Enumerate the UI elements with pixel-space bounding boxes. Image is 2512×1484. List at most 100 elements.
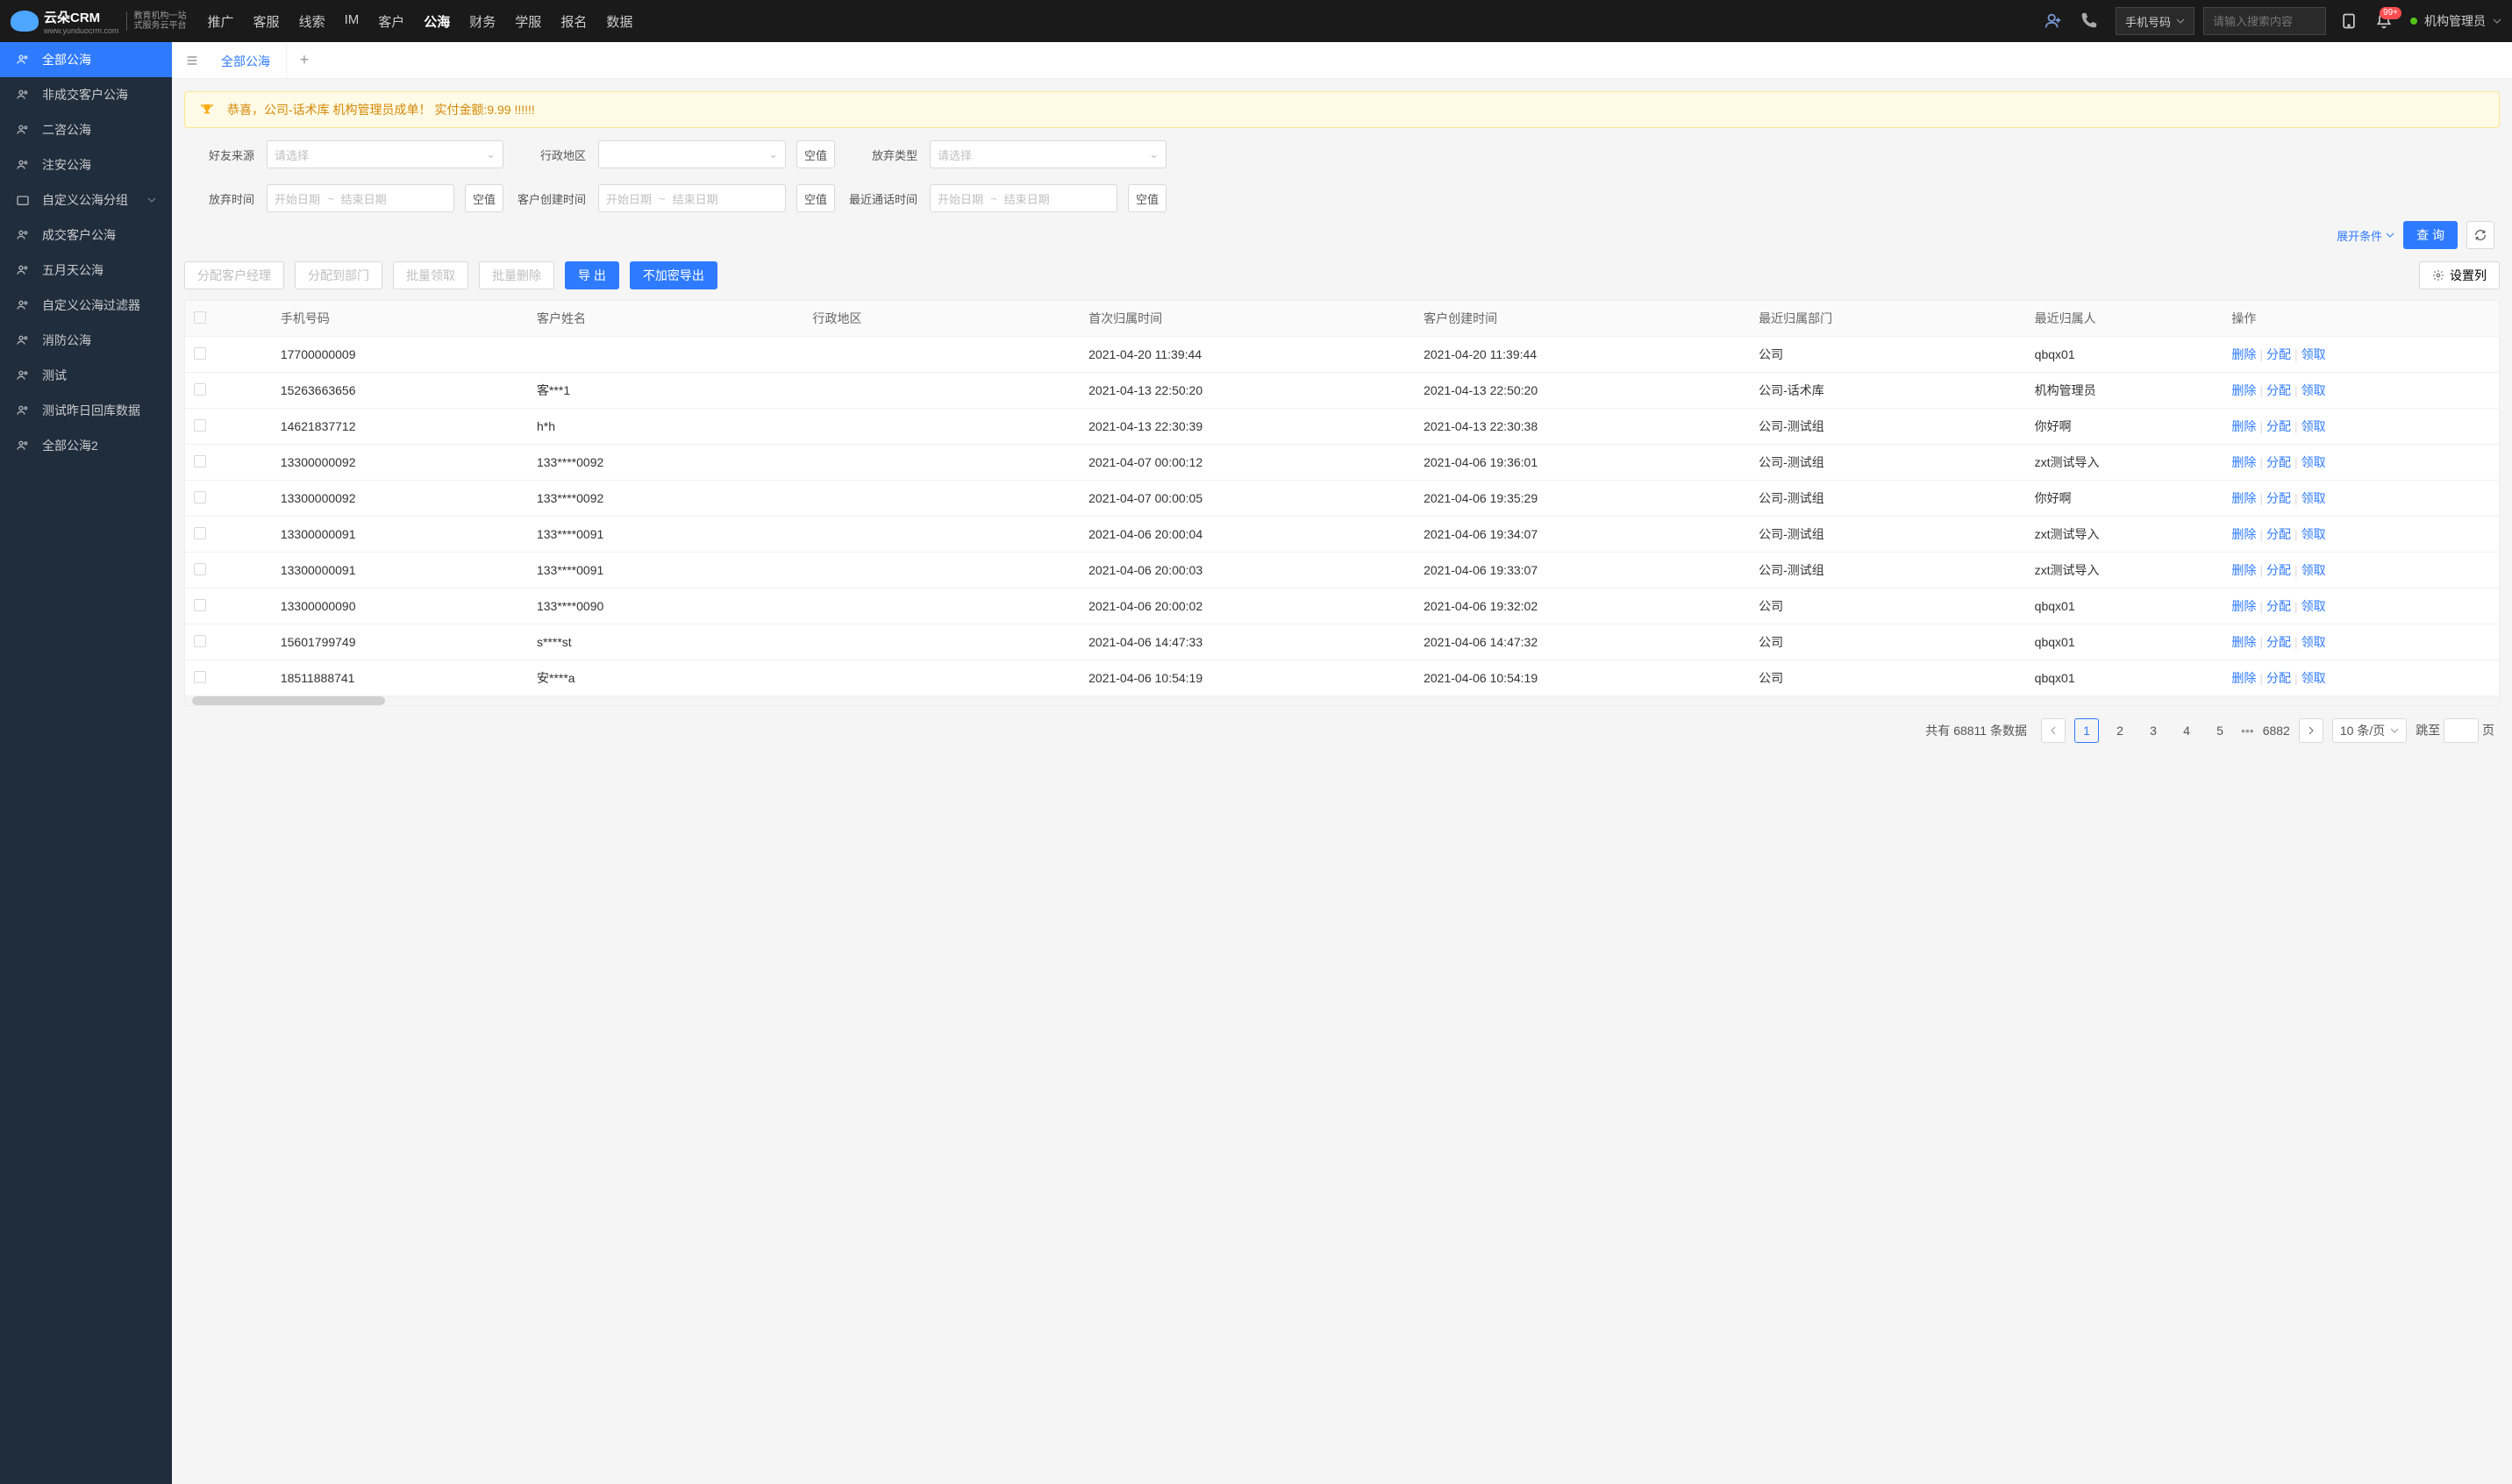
daterange-abandon[interactable]: 开始日期~结束日期 — [267, 184, 454, 212]
query-button[interactable]: 查 询 — [2403, 221, 2458, 249]
row-assign-link[interactable]: 分配 — [2266, 599, 2291, 613]
row-assign-link[interactable]: 分配 — [2266, 383, 2291, 397]
page-prev[interactable] — [2041, 718, 2066, 743]
select-all-checkbox[interactable] — [194, 311, 206, 324]
export-plain-button[interactable]: 不加密导出 — [630, 261, 717, 289]
batch-claim-button[interactable]: 批量领取 — [393, 261, 468, 289]
topnav-item[interactable]: 学服 — [515, 12, 541, 31]
page-jump-input[interactable] — [2444, 718, 2479, 743]
row-claim-link[interactable]: 领取 — [2301, 455, 2326, 469]
sidebar-item[interactable]: 成交客户公海 — [0, 218, 172, 253]
row-delete-link[interactable]: 删除 — [2231, 635, 2256, 649]
row-claim-link[interactable]: 领取 — [2301, 419, 2326, 433]
export-button[interactable]: 导 出 — [565, 261, 619, 289]
page-5[interactable]: 5 — [2208, 718, 2232, 743]
batch-delete-button[interactable]: 批量删除 — [479, 261, 554, 289]
user-menu[interactable]: 机构管理员 — [2410, 12, 2501, 30]
row-claim-link[interactable]: 领取 — [2301, 527, 2326, 541]
row-assign-link[interactable]: 分配 — [2266, 563, 2291, 577]
horizontal-scrollbar[interactable] — [185, 696, 2499, 705]
empty-btn-create-time[interactable]: 空值 — [796, 184, 835, 212]
page-2[interactable]: 2 — [2108, 718, 2132, 743]
page-1[interactable]: 1 — [2074, 718, 2099, 743]
page-size-select[interactable]: 10 条/页 — [2332, 718, 2407, 743]
row-checkbox[interactable] — [194, 527, 206, 539]
row-delete-link[interactable]: 删除 — [2231, 455, 2256, 469]
sidebar-item[interactable]: 测试昨日回库数据 — [0, 393, 172, 428]
select-abandon-type[interactable]: 请选择⌄ — [930, 140, 1167, 168]
row-checkbox[interactable] — [194, 671, 206, 683]
page-next[interactable] — [2299, 718, 2323, 743]
assign-manager-button[interactable]: 分配客户经理 — [184, 261, 284, 289]
tablet-icon[interactable] — [2340, 12, 2358, 30]
topnav-item[interactable]: 线索 — [299, 12, 325, 31]
row-assign-link[interactable]: 分配 — [2266, 527, 2291, 541]
sidebar-item[interactable]: 五月天公海 — [0, 253, 172, 288]
logo[interactable]: 云朵CRM www.yunduocrm.com 教育机构一站 式服务云平台 — [11, 8, 187, 35]
empty-btn-last-call[interactable]: 空值 — [1128, 184, 1167, 212]
select-friend-source[interactable]: 请选择⌄ — [267, 140, 503, 168]
refresh-button[interactable] — [2466, 221, 2494, 249]
row-claim-link[interactable]: 领取 — [2301, 491, 2326, 505]
sidebar-item[interactable]: 自定义公海分组 — [0, 182, 172, 218]
sidebar-item[interactable]: 自定义公海过滤器 — [0, 288, 172, 323]
row-delete-link[interactable]: 删除 — [2231, 671, 2256, 685]
row-assign-link[interactable]: 分配 — [2266, 635, 2291, 649]
row-assign-link[interactable]: 分配 — [2266, 455, 2291, 469]
row-checkbox[interactable] — [194, 599, 206, 611]
topnav-item[interactable]: 数据 — [606, 12, 632, 31]
row-delete-link[interactable]: 删除 — [2231, 383, 2256, 397]
topnav-item[interactable]: 推广 — [208, 12, 234, 31]
row-checkbox[interactable] — [194, 347, 206, 360]
page-3[interactable]: 3 — [2141, 718, 2166, 743]
sidebar-item[interactable]: 非成交客户公海 — [0, 77, 172, 112]
row-claim-link[interactable]: 领取 — [2301, 383, 2326, 397]
row-claim-link[interactable]: 领取 — [2301, 635, 2326, 649]
row-checkbox[interactable] — [194, 635, 206, 647]
sidebar-item[interactable]: 消防公海 — [0, 323, 172, 358]
topnav-item[interactable]: 客户 — [378, 12, 404, 31]
topnav-item[interactable]: 报名 — [560, 12, 587, 31]
row-assign-link[interactable]: 分配 — [2266, 419, 2291, 433]
sidebar-item[interactable]: 全部公海 — [0, 42, 172, 77]
empty-btn-area[interactable]: 空值 — [796, 140, 835, 168]
sidebar-item[interactable]: 二咨公海 — [0, 112, 172, 147]
assign-dept-button[interactable]: 分配到部门 — [295, 261, 382, 289]
set-columns-button[interactable]: 设置列 — [2419, 261, 2500, 289]
sidebar-item[interactable]: 测试 — [0, 358, 172, 393]
row-checkbox[interactable] — [194, 563, 206, 575]
row-claim-link[interactable]: 领取 — [2301, 347, 2326, 361]
row-checkbox[interactable] — [194, 383, 206, 396]
topnav-item[interactable]: 客服 — [253, 12, 280, 31]
empty-btn-abandon-time[interactable]: 空值 — [465, 184, 503, 212]
row-assign-link[interactable]: 分配 — [2266, 491, 2291, 505]
row-delete-link[interactable]: 删除 — [2231, 347, 2256, 361]
sidebar-item[interactable]: 注安公海 — [0, 147, 172, 182]
row-checkbox[interactable] — [194, 455, 206, 467]
row-delete-link[interactable]: 删除 — [2231, 599, 2256, 613]
add-user-icon[interactable] — [2044, 11, 2063, 31]
select-area[interactable]: ⌄ — [598, 140, 786, 168]
topnav-item[interactable]: 财务 — [469, 12, 496, 31]
notifications[interactable]: 99+ — [2375, 12, 2393, 30]
sidebar-item[interactable]: 全部公海2 — [0, 428, 172, 463]
row-assign-link[interactable]: 分配 — [2266, 347, 2291, 361]
row-delete-link[interactable]: 删除 — [2231, 491, 2256, 505]
row-claim-link[interactable]: 领取 — [2301, 671, 2326, 685]
tab-all-public[interactable]: 全部公海 — [205, 42, 287, 79]
row-delete-link[interactable]: 删除 — [2231, 419, 2256, 433]
phone-icon[interactable] — [2079, 11, 2098, 31]
tab-add[interactable]: + — [287, 42, 322, 79]
topnav-item[interactable]: IM — [345, 12, 360, 31]
page-4[interactable]: 4 — [2174, 718, 2199, 743]
row-checkbox[interactable] — [194, 419, 206, 432]
row-checkbox[interactable] — [194, 491, 206, 503]
row-claim-link[interactable]: 领取 — [2301, 563, 2326, 577]
search-type-select[interactable]: 手机号码 — [2116, 7, 2194, 35]
row-claim-link[interactable]: 领取 — [2301, 599, 2326, 613]
row-assign-link[interactable]: 分配 — [2266, 671, 2291, 685]
daterange-last-call[interactable]: 开始日期~结束日期 — [930, 184, 1117, 212]
page-last[interactable]: 6882 — [2263, 718, 2290, 743]
topnav-item[interactable]: 公海 — [424, 12, 450, 31]
row-delete-link[interactable]: 删除 — [2231, 527, 2256, 541]
